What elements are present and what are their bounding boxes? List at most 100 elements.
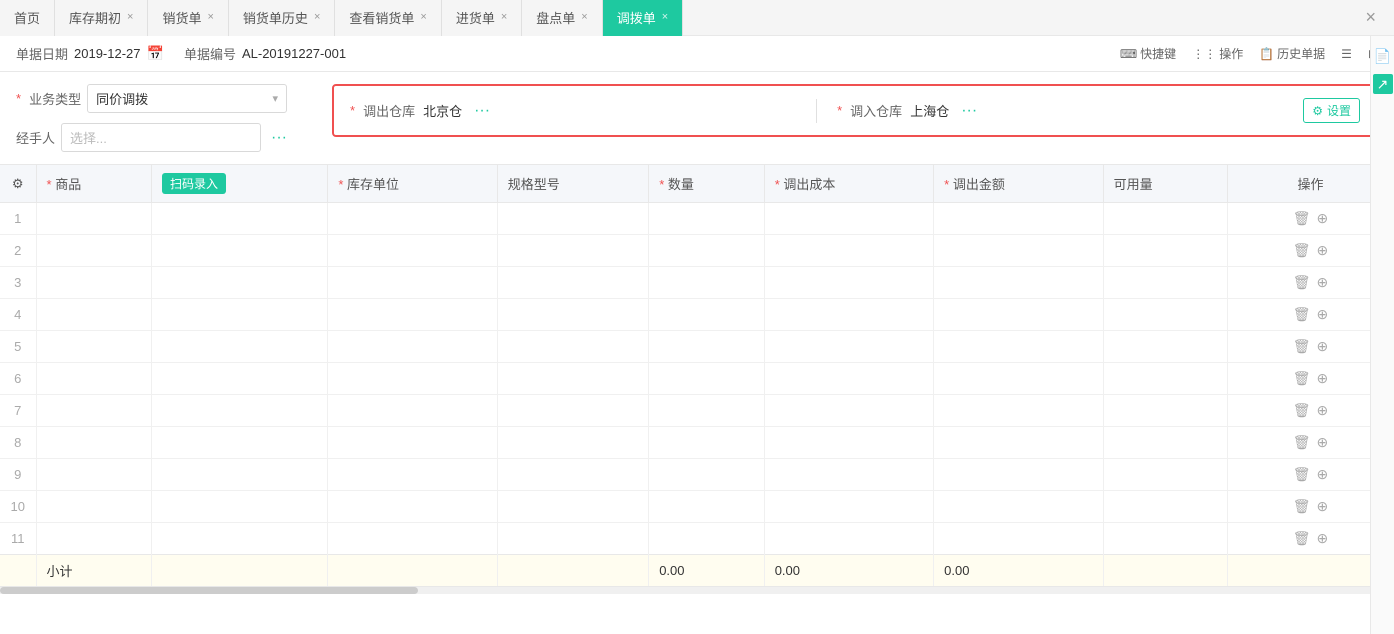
row-unit[interactable] [328,267,497,299]
delete-icon[interactable]: 🗑 [1293,338,1311,355]
copy-icon[interactable]: ⊕ [1317,370,1329,387]
delete-icon[interactable]: 🗑 [1293,530,1311,547]
row-spec[interactable] [497,331,648,363]
row-unit[interactable] [328,331,497,363]
shortcuts-btn[interactable]: ⌨ 快捷键 [1120,45,1176,62]
copy-icon[interactable]: ⊕ [1317,434,1329,451]
row-spec[interactable] [497,523,648,555]
row-cost[interactable] [764,395,933,427]
row-amount[interactable] [934,491,1103,523]
row-qty[interactable] [649,427,765,459]
row-unit[interactable] [328,459,497,491]
calendar-icon[interactable]: 📅 [147,45,164,62]
copy-icon[interactable]: ⊕ [1317,306,1329,323]
row-amount[interactable] [934,235,1103,267]
row-amount[interactable] [934,459,1103,491]
row-amount[interactable] [934,331,1103,363]
row-product[interactable] [36,331,152,363]
row-spec[interactable] [497,235,648,267]
tab-view-sales-close[interactable]: × [420,12,426,23]
row-product[interactable] [36,267,152,299]
row-unit[interactable] [328,299,497,331]
row-qty[interactable] [649,459,765,491]
row-amount[interactable] [934,363,1103,395]
copy-icon[interactable]: ⊕ [1317,242,1329,259]
row-spec[interactable] [497,267,648,299]
copy-icon[interactable]: ⊕ [1317,338,1329,355]
row-product[interactable] [36,523,152,555]
row-product[interactable] [36,299,152,331]
tab-purchase-close[interactable]: × [501,12,507,23]
row-amount[interactable] [934,267,1103,299]
panel-expand-icon[interactable]: ↗ [1373,74,1393,94]
delete-icon[interactable]: 🗑 [1293,274,1311,291]
delete-icon[interactable]: 🗑 [1293,498,1311,515]
handler-select[interactable]: 选择... [61,123,261,152]
row-spec[interactable] [497,491,648,523]
row-spec[interactable] [497,299,648,331]
operations-btn[interactable]: ⋮⋮ 操作 [1192,45,1243,62]
copy-icon[interactable]: ⊕ [1317,530,1329,547]
row-cost[interactable] [764,331,933,363]
row-cost[interactable] [764,267,933,299]
settings-button[interactable]: ⚙ 设置 [1303,98,1360,123]
row-cost[interactable] [764,235,933,267]
tab-sales-order[interactable]: 销货单 × [148,0,228,36]
row-unit[interactable] [328,235,497,267]
th-settings[interactable]: ⚙ [0,165,36,203]
tab-stocktake-close[interactable]: × [581,12,587,23]
copy-icon[interactable]: ⊕ [1317,274,1329,291]
delete-icon[interactable]: 🗑 [1293,306,1311,323]
row-cost[interactable] [764,491,933,523]
tab-stocktake[interactable]: 盘点单 × [522,0,602,36]
row-unit[interactable] [328,395,497,427]
row-product[interactable] [36,203,152,235]
close-window-icon[interactable]: × [1357,7,1384,27]
horizontal-scrollbar[interactable] [0,586,1394,594]
row-amount[interactable] [934,299,1103,331]
row-product[interactable] [36,459,152,491]
row-cost[interactable] [764,203,933,235]
row-unit[interactable] [328,523,497,555]
row-cost[interactable] [764,459,933,491]
row-qty[interactable] [649,331,765,363]
delete-icon[interactable]: 🗑 [1293,242,1311,259]
delete-icon[interactable]: 🗑 [1293,402,1311,419]
tab-inventory-init-close[interactable]: × [127,12,133,23]
row-product[interactable] [36,427,152,459]
tab-view-sales[interactable]: 查看销货单 × [335,0,441,36]
copy-icon[interactable]: ⊕ [1317,210,1329,227]
row-qty[interactable] [649,203,765,235]
scan-button[interactable]: 扫码录入 [162,173,226,194]
row-product[interactable] [36,491,152,523]
row-unit[interactable] [328,491,497,523]
tab-transfer-close[interactable]: × [662,12,668,23]
row-amount[interactable] [934,427,1103,459]
row-qty[interactable] [649,299,765,331]
delete-icon[interactable]: 🗑 [1293,370,1311,387]
row-qty[interactable] [649,523,765,555]
row-spec[interactable] [497,363,648,395]
row-spec[interactable] [497,203,648,235]
history-btn[interactable]: 📋 历史单据 [1259,45,1325,62]
row-unit[interactable] [328,203,497,235]
row-cost[interactable] [764,363,933,395]
tab-inventory-init[interactable]: 库存期初 × [55,0,148,36]
row-qty[interactable] [649,491,765,523]
delete-icon[interactable]: 🗑 [1293,466,1311,483]
row-cost[interactable] [764,427,933,459]
row-amount[interactable] [934,203,1103,235]
business-type-select[interactable]: 同价调拨 ▾ [87,84,287,113]
tab-purchase[interactable]: 进货单 × [442,0,522,36]
row-product[interactable] [36,235,152,267]
delete-icon[interactable]: 🗑 [1293,210,1311,227]
copy-icon[interactable]: ⊕ [1317,466,1329,483]
row-qty[interactable] [649,235,765,267]
row-cost[interactable] [764,523,933,555]
row-product[interactable] [36,395,152,427]
row-spec[interactable] [497,459,648,491]
tab-sales-order-close[interactable]: × [207,12,213,23]
row-qty[interactable] [649,363,765,395]
row-product[interactable] [36,363,152,395]
row-qty[interactable] [649,267,765,299]
